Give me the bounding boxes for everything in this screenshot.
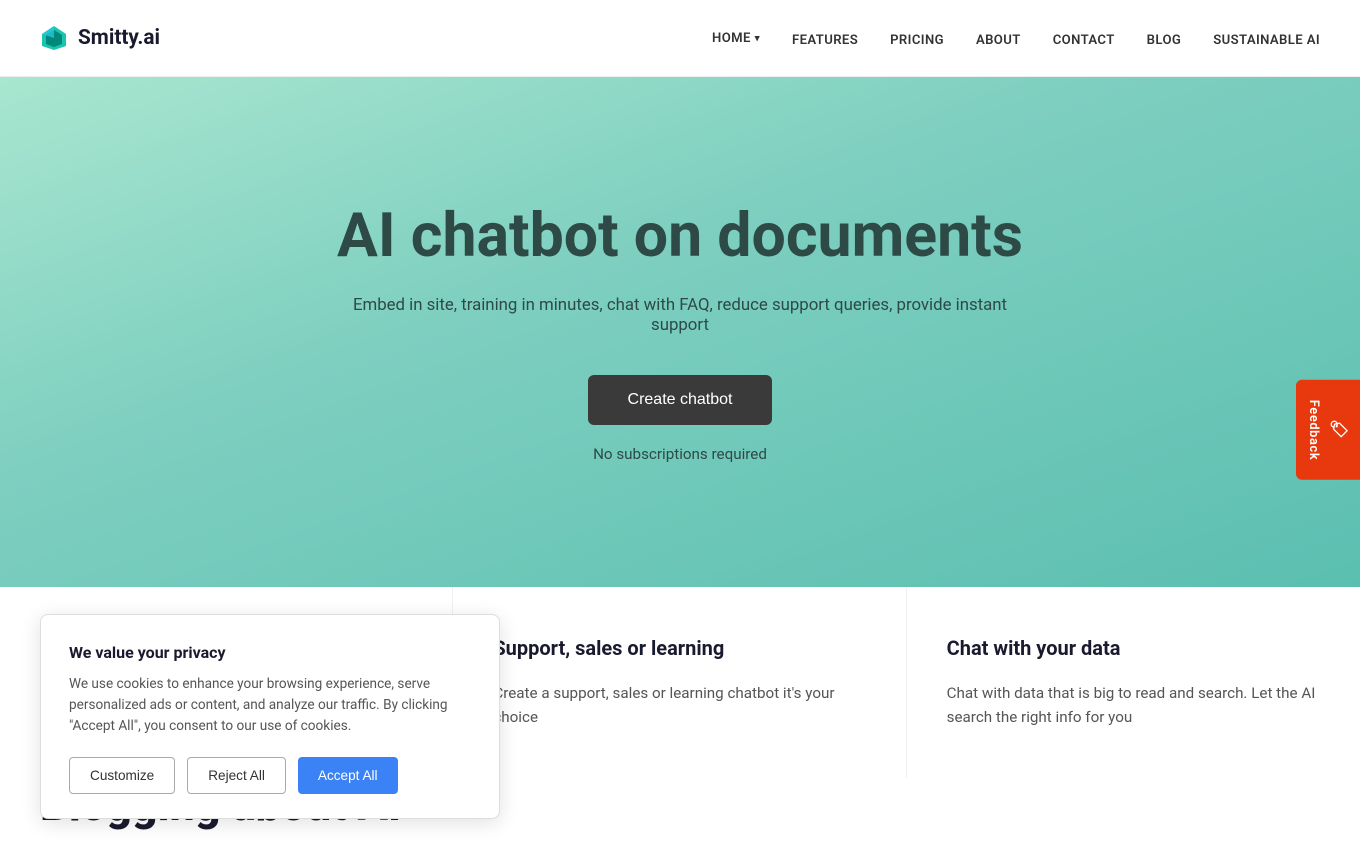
create-chatbot-button[interactable]: Create chatbot	[588, 375, 773, 425]
feature-card-3: Chat with your data Chat with data that …	[907, 587, 1360, 778]
nav-item-contact[interactable]: CONTACT	[1053, 29, 1115, 48]
feedback-icon: 🏷	[1329, 420, 1350, 439]
cookie-banner: We value your privacy We use cookies to …	[40, 614, 500, 819]
hero-subheading: Embed in site, training in minutes, chat…	[330, 295, 1030, 335]
customize-button[interactable]: Customize	[69, 757, 175, 794]
cookie-buttons: Customize Reject All Accept All	[69, 757, 471, 794]
nav-item-features[interactable]: FEATURES	[792, 29, 858, 48]
accept-all-button[interactable]: Accept All	[298, 757, 398, 794]
feature-2-description: Create a support, sales or learning chat…	[493, 681, 865, 730]
logo-icon	[40, 24, 68, 52]
logo-link[interactable]: Smitty.ai	[40, 24, 160, 52]
feature-3-title: Chat with your data	[947, 635, 1320, 661]
cookie-text: We use cookies to enhance your browsing …	[69, 674, 471, 737]
nav-item-blog[interactable]: BLOG	[1147, 29, 1182, 48]
hero-heading: AI chatbot on documents	[337, 201, 1023, 271]
hero-sub-text: No subscriptions required	[593, 445, 767, 463]
feature-card-2: Support, sales or learning Create a supp…	[453, 587, 906, 778]
feedback-tab[interactable]: 🏷 Feedback	[1296, 379, 1360, 480]
navigation: Smitty.ai HOME ▾ FEATURES PRICING ABOUT …	[0, 0, 1360, 77]
nav-item-about[interactable]: ABOUT	[976, 29, 1021, 48]
hero-section: AI chatbot on documents Embed in site, t…	[0, 77, 1360, 587]
cookie-title: We value your privacy	[69, 643, 471, 662]
feedback-label: Feedback	[1306, 399, 1321, 460]
logo-text: Smitty.ai	[78, 26, 160, 50]
reject-all-button[interactable]: Reject All	[187, 757, 286, 794]
nav-item-pricing[interactable]: PRICING	[890, 29, 944, 48]
feature-2-title: Support, sales or learning	[493, 635, 865, 661]
feature-3-description: Chat with data that is big to read and s…	[947, 681, 1320, 730]
nav-item-sustainable-ai[interactable]: SUSTAINABLE AI	[1213, 29, 1320, 48]
chevron-down-icon: ▾	[755, 33, 760, 44]
nav-links: HOME ▾ FEATURES PRICING ABOUT CONTACT BL…	[712, 29, 1320, 48]
nav-item-home[interactable]: HOME ▾	[712, 31, 760, 46]
